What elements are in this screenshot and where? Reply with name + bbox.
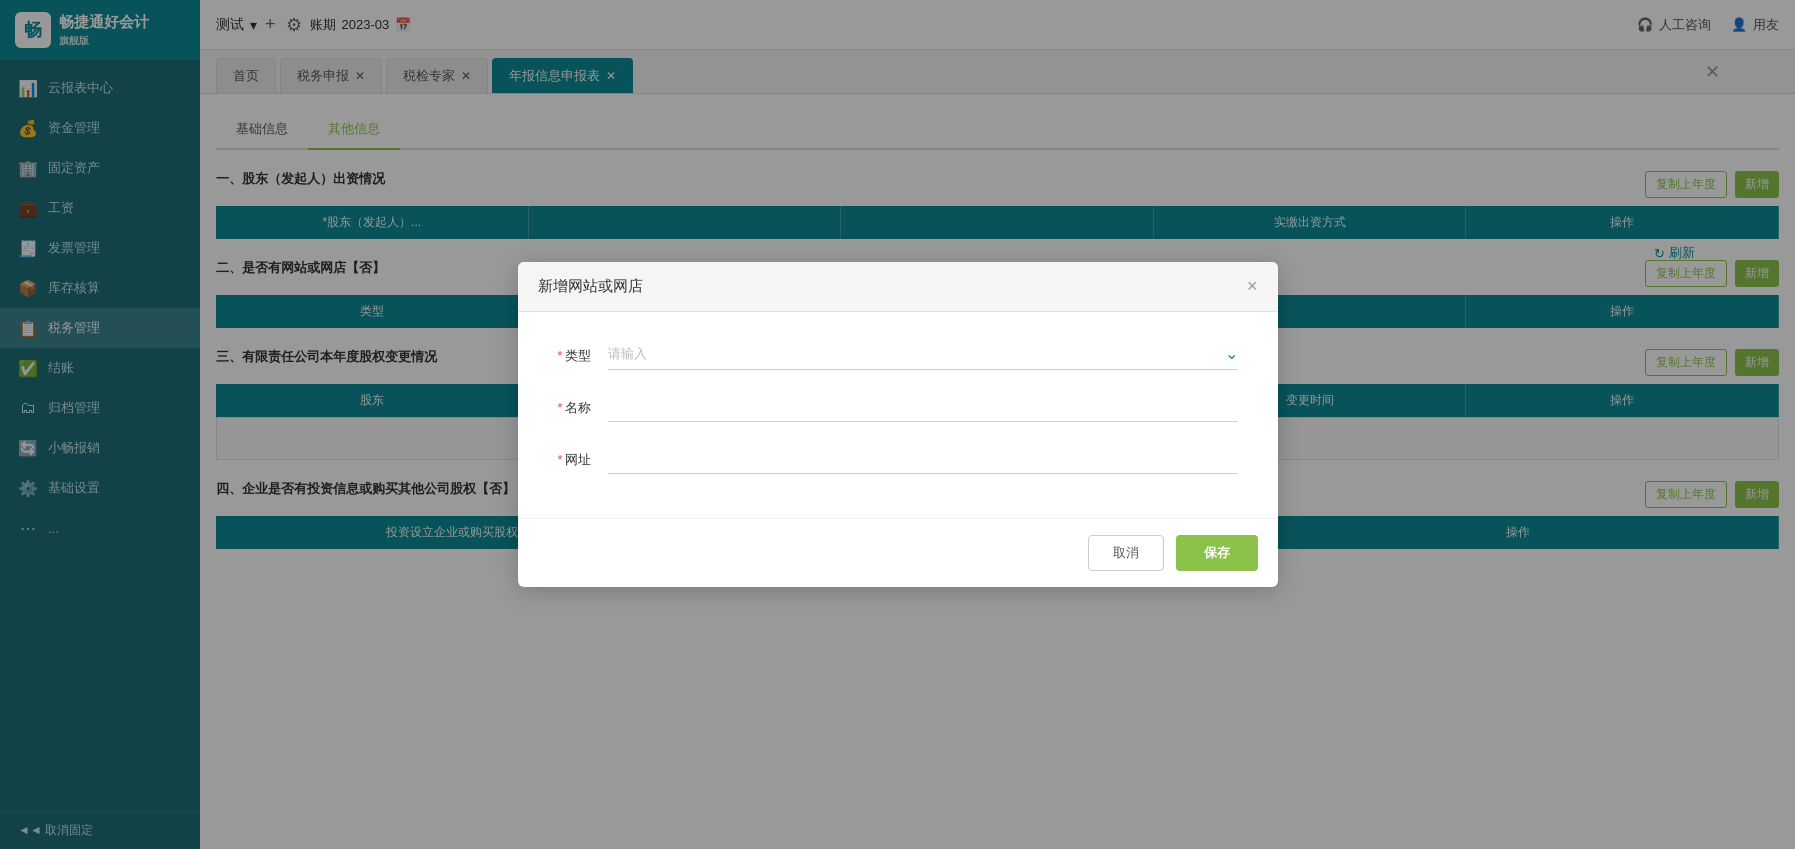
required-marker: * — [558, 452, 563, 467]
required-marker: * — [558, 400, 563, 415]
field-input-wrap-url — [608, 446, 1238, 474]
modal-title: 新增网站或网店 — [538, 277, 643, 296]
field-input-name[interactable] — [608, 394, 1238, 417]
modal-field-url: *网址 — [558, 446, 1238, 474]
modal-footer: 取消 保存 — [518, 518, 1278, 587]
modal-overlay: 新增网站或网店 × *类型 ⌄ *名称 *网址 取消 保存 — [0, 0, 1795, 849]
field-input-type[interactable] — [608, 342, 1225, 365]
modal-dialog: 新增网站或网店 × *类型 ⌄ *名称 *网址 取消 保存 — [518, 262, 1278, 587]
field-input-wrap-type: ⌄ — [608, 342, 1238, 370]
field-label-url: *网址 — [558, 451, 608, 469]
field-label-name: *名称 — [558, 399, 608, 417]
modal-body: *类型 ⌄ *名称 *网址 — [518, 312, 1278, 518]
modal-field-type: *类型 ⌄ — [558, 342, 1238, 370]
modal-field-name: *名称 — [558, 394, 1238, 422]
field-dropdown-type[interactable]: ⌄ — [1225, 344, 1238, 363]
save-button[interactable]: 保存 — [1176, 535, 1258, 571]
cancel-button[interactable]: 取消 — [1088, 535, 1164, 571]
modal-header: 新增网站或网店 × — [518, 262, 1278, 312]
field-label-type: *类型 — [558, 347, 608, 365]
field-input-url[interactable] — [608, 446, 1238, 469]
field-input-wrap-name — [608, 394, 1238, 422]
modal-close-button[interactable]: × — [1247, 276, 1258, 297]
required-marker: * — [558, 348, 563, 363]
